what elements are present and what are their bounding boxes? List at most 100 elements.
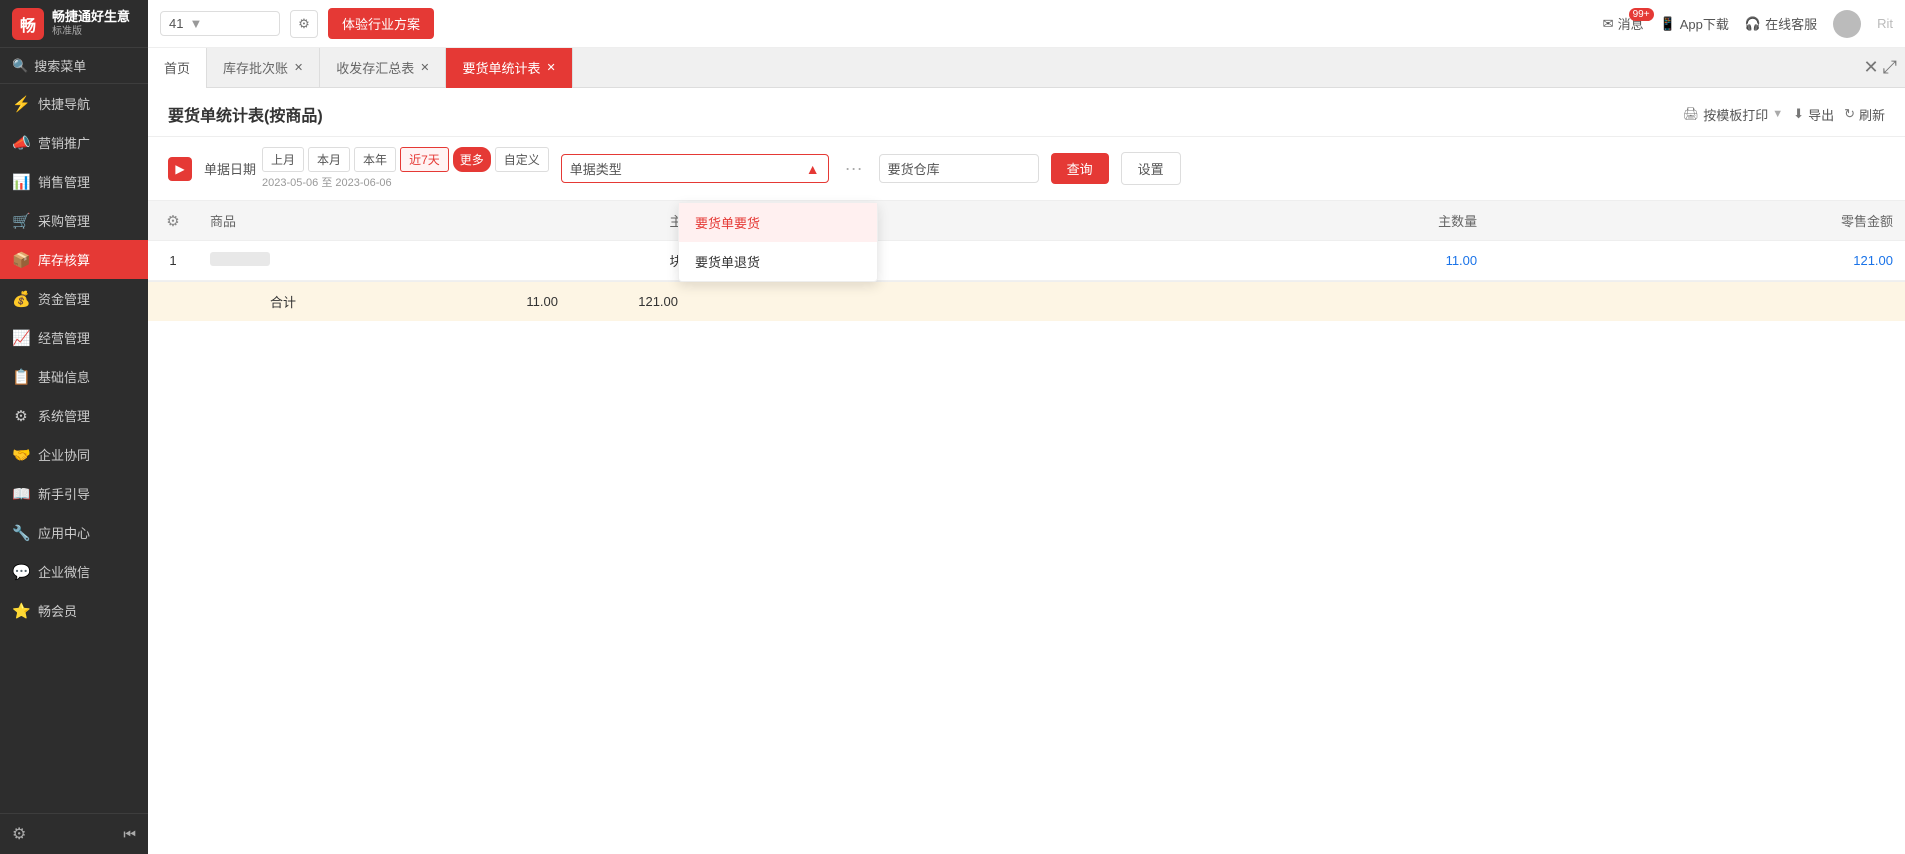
date-filter: 上月 本月 本年 近7天 更多 自定义 2023-05-06 至 2023-06… — [262, 147, 549, 190]
table-footer: 合计 11.00 121.00 — [148, 281, 1905, 321]
th-settings[interactable]: ⚙ — [148, 201, 198, 241]
sidebar-item-inventory[interactable]: 📦 库存核算 — [0, 240, 148, 279]
tab-order-stats[interactable]: 要货单统计表 ✕ — [446, 48, 572, 88]
settings-icon[interactable]: ⚙ — [12, 824, 26, 844]
member-icon: ⭐ — [12, 602, 30, 620]
online-service-button[interactable]: 🎧 在线客服 — [1745, 14, 1817, 33]
type-dropdown-menu: 要货单要货 要货单退货 — [678, 202, 878, 282]
page-content: 要货单统计表(按商品) 🖨 按模板打印 ▼ ⬇ 导出 ↻ 刷新 ▶ — [148, 88, 1905, 854]
close-tab-icon[interactable]: ✕ — [1864, 57, 1879, 78]
company-selector[interactable]: 41 ▼ — [160, 11, 280, 36]
amount-value[interactable]: 121.00 — [1853, 253, 1893, 268]
dropdown-arrow-icon: ▼ — [189, 16, 202, 31]
sidebar-item-purchase[interactable]: 🛒 采购管理 — [0, 201, 148, 240]
date-buttons: 上月 本月 本年 近7天 更多 自定义 — [262, 147, 549, 172]
trial-button[interactable]: 体验行业方案 — [328, 8, 434, 39]
total-quantity: 11.00 — [490, 294, 570, 309]
sidebar-item-enterprise[interactable]: 🤝 企业协同 — [0, 435, 148, 474]
sidebar-item-finance[interactable]: 💰 资金管理 — [0, 279, 148, 318]
tab-label: 要货单统计表 — [462, 58, 540, 77]
dropdown-item-order[interactable]: 要货单要货 — [679, 203, 877, 242]
last-7-days-btn[interactable]: 近7天 — [400, 147, 449, 172]
tab-inventory-batch[interactable]: 库存批次账 ✕ — [207, 48, 320, 88]
app-download-icon: 📱 — [1660, 16, 1676, 32]
refresh-icon: ↻ — [1844, 106, 1855, 122]
tab-close-icon[interactable]: ✕ — [547, 61, 556, 74]
sidebar-item-wechat[interactable]: 💬 企业微信 — [0, 552, 148, 591]
tab-home[interactable]: 首页 — [148, 48, 207, 88]
date-label: 单据日期 — [204, 159, 256, 178]
sidebar-item-basic-info[interactable]: 📋 基础信息 — [0, 357, 148, 396]
type-filter-input[interactable] — [630, 161, 806, 176]
warehouse-label: 要货仓库 — [888, 159, 940, 178]
table-row: 1 块 11.00 121.00 — [148, 241, 1905, 281]
sidebar-item-guide[interactable]: 📖 新手引导 — [0, 474, 148, 513]
more-btn[interactable]: 更多 — [453, 147, 491, 172]
total-amount: 121.00 — [610, 294, 690, 309]
this-year-btn[interactable]: 本年 — [354, 147, 396, 172]
main-content: 41 ▼ ⚙ 体验行业方案 ✉ 消息 99+ 📱 App下载 🎧 在线客服 Ri… — [148, 0, 1905, 854]
app-center-icon: 🔧 — [12, 524, 30, 542]
quantity-value[interactable]: 11.00 — [1446, 253, 1478, 268]
custom-btn[interactable]: 自定义 — [495, 147, 549, 172]
search-icon: 🔍 — [12, 58, 28, 74]
dropdown-item-return[interactable]: 要货单退货 — [679, 242, 877, 281]
this-month-btn[interactable]: 本月 — [308, 147, 350, 172]
refresh-button[interactable]: ↻ 刷新 — [1844, 105, 1885, 124]
sidebar-item-app-center[interactable]: 🔧 应用中心 — [0, 513, 148, 552]
sidebar-item-marketing[interactable]: 📣 营销推广 — [0, 123, 148, 162]
sidebar-item-label: 畅会员 — [38, 601, 77, 620]
export-icon: ⬇ — [1793, 106, 1804, 122]
topbar-left: 41 ▼ ⚙ 体验行业方案 — [160, 8, 434, 39]
sidebar-item-label: 采购管理 — [38, 211, 90, 230]
app-download-label: App下载 — [1680, 14, 1729, 33]
user-name: Rit — [1877, 16, 1893, 31]
type-filter-label: 单据类型 — [570, 159, 622, 178]
sidebar-item-label: 库存核算 — [38, 250, 90, 269]
query-button[interactable]: 查询 — [1051, 153, 1109, 184]
type-filter-arrow-icon[interactable]: ▲ — [806, 161, 820, 177]
tab-close-icon[interactable]: ✕ — [294, 61, 303, 74]
tabs-actions: ✕ ⤢ — [1864, 57, 1905, 78]
sidebar-nav: ⚡ 快捷导航 📣 营销推广 📊 销售管理 🛒 采购管理 📦 库存核算 💰 资金管… — [0, 84, 148, 813]
purchase-icon: 🛒 — [12, 212, 30, 230]
filter-expand-button[interactable]: ▶ — [168, 157, 192, 181]
product-placeholder — [210, 252, 270, 266]
guide-icon: 📖 — [12, 485, 30, 503]
page-header: 要货单统计表(按商品) 🖨 按模板打印 ▼ ⬇ 导出 ↻ 刷新 — [148, 88, 1905, 137]
date-range-text: 2023-05-06 至 2023-06-06 — [262, 174, 549, 190]
sidebar-item-member[interactable]: ⭐ 畅会员 — [0, 591, 148, 630]
tab-close-icon[interactable]: ✕ — [420, 61, 429, 74]
export-button[interactable]: ⬇ 导出 — [1793, 105, 1834, 124]
sidebar-item-operations[interactable]: 📈 经营管理 — [0, 318, 148, 357]
topbar: 41 ▼ ⚙ 体验行业方案 ✉ 消息 99+ 📱 App下载 🎧 在线客服 Ri… — [148, 0, 1905, 48]
sidebar-header: 畅 畅捷通好生意 标准版 — [0, 0, 148, 48]
sidebar-item-label: 企业协同 — [38, 445, 90, 464]
app-download-button[interactable]: 📱 App下载 — [1660, 14, 1729, 33]
sidebar-item-label: 快捷导航 — [38, 94, 90, 113]
settings-button[interactable]: ⚙ — [290, 10, 318, 38]
column-settings-icon[interactable]: ⚙ — [166, 213, 179, 230]
collapse-button[interactable]: ⏮ — [123, 826, 136, 843]
more-filters-icon[interactable]: ··· — [845, 158, 863, 179]
basic-info-icon: 📋 — [12, 368, 30, 386]
app-brand: 畅捷通好生意 标准版 — [52, 9, 130, 39]
type-filter-wrap: 单据类型 ▲ — [561, 154, 829, 183]
messages-button[interactable]: ✉ 消息 99+ — [1603, 14, 1644, 33]
sidebar-item-label: 资金管理 — [38, 289, 90, 308]
sidebar-item-system[interactable]: ⚙ 系统管理 — [0, 396, 148, 435]
tab-receipt-summary[interactable]: 收发存汇总表 ✕ — [320, 48, 446, 88]
expand-tab-icon[interactable]: ⤢ — [1883, 57, 1897, 78]
sidebar-item-label: 新手引导 — [38, 484, 90, 503]
last-month-btn[interactable]: 上月 — [262, 147, 304, 172]
row-amount: 121.00 — [1489, 241, 1905, 281]
row-quantity: 11.00 — [1144, 241, 1489, 281]
user-avatar[interactable] — [1833, 10, 1861, 38]
print-button[interactable]: 🖨 按模板打印 ▼ — [1683, 105, 1783, 124]
sidebar-item-sales[interactable]: 📊 销售管理 — [0, 162, 148, 201]
sidebar-search[interactable]: 🔍 搜索菜单 — [0, 48, 148, 84]
sidebar-item-quick-nav[interactable]: ⚡ 快捷导航 — [0, 84, 148, 123]
filter-settings-button[interactable]: 设置 — [1121, 152, 1181, 185]
marketing-icon: 📣 — [12, 134, 30, 152]
warehouse-filter: 要货仓库 — [879, 154, 1039, 183]
